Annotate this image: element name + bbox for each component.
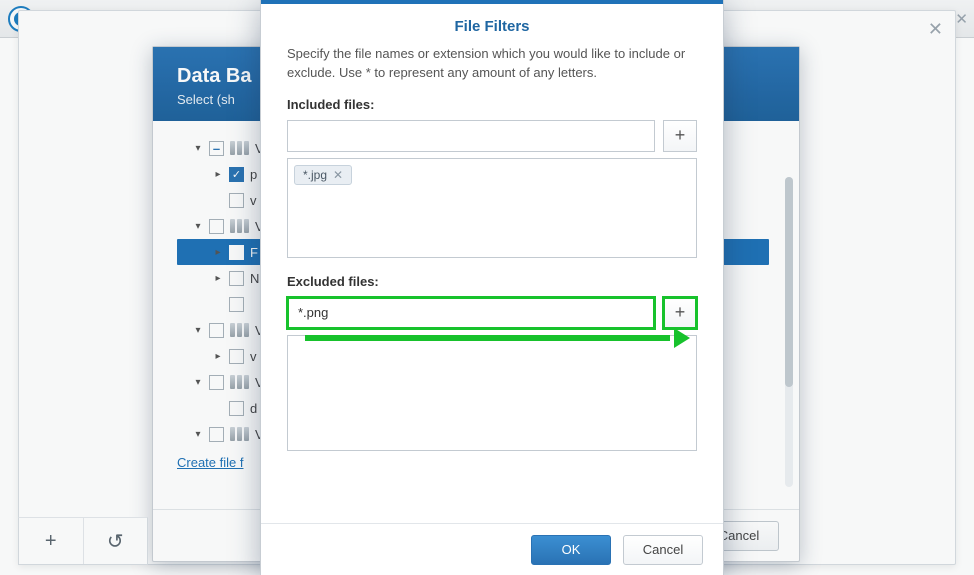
included-input[interactable] — [287, 120, 655, 152]
included-row: + — [287, 120, 697, 152]
included-label: Included files: — [287, 97, 697, 112]
excluded-add-button[interactable]: + — [663, 297, 697, 329]
ok-button[interactable]: OK — [531, 535, 611, 565]
chip-label: *.jpg — [303, 168, 327, 182]
chip-remove-icon[interactable]: ✕ — [333, 168, 343, 182]
excluded-label: Excluded files: — [287, 274, 697, 289]
excluded-list[interactable] — [287, 335, 697, 451]
included-list[interactable]: *.jpg ✕ — [287, 158, 697, 258]
dialog-body: Specify the file names or extension whic… — [261, 45, 723, 451]
dialog-description: Specify the file names or extension whic… — [287, 45, 697, 83]
file-filters-dialog: File Filters Specify the file names or e… — [260, 0, 724, 575]
included-add-button[interactable]: + — [663, 120, 697, 152]
excluded-input[interactable] — [287, 297, 655, 329]
cancel-button[interactable]: Cancel — [623, 535, 703, 565]
filter-chip[interactable]: *.jpg ✕ — [294, 165, 352, 185]
dialog-title: File Filters — [261, 4, 723, 45]
dialog-footer: OK Cancel — [261, 523, 723, 575]
excluded-row: + — [287, 297, 697, 329]
